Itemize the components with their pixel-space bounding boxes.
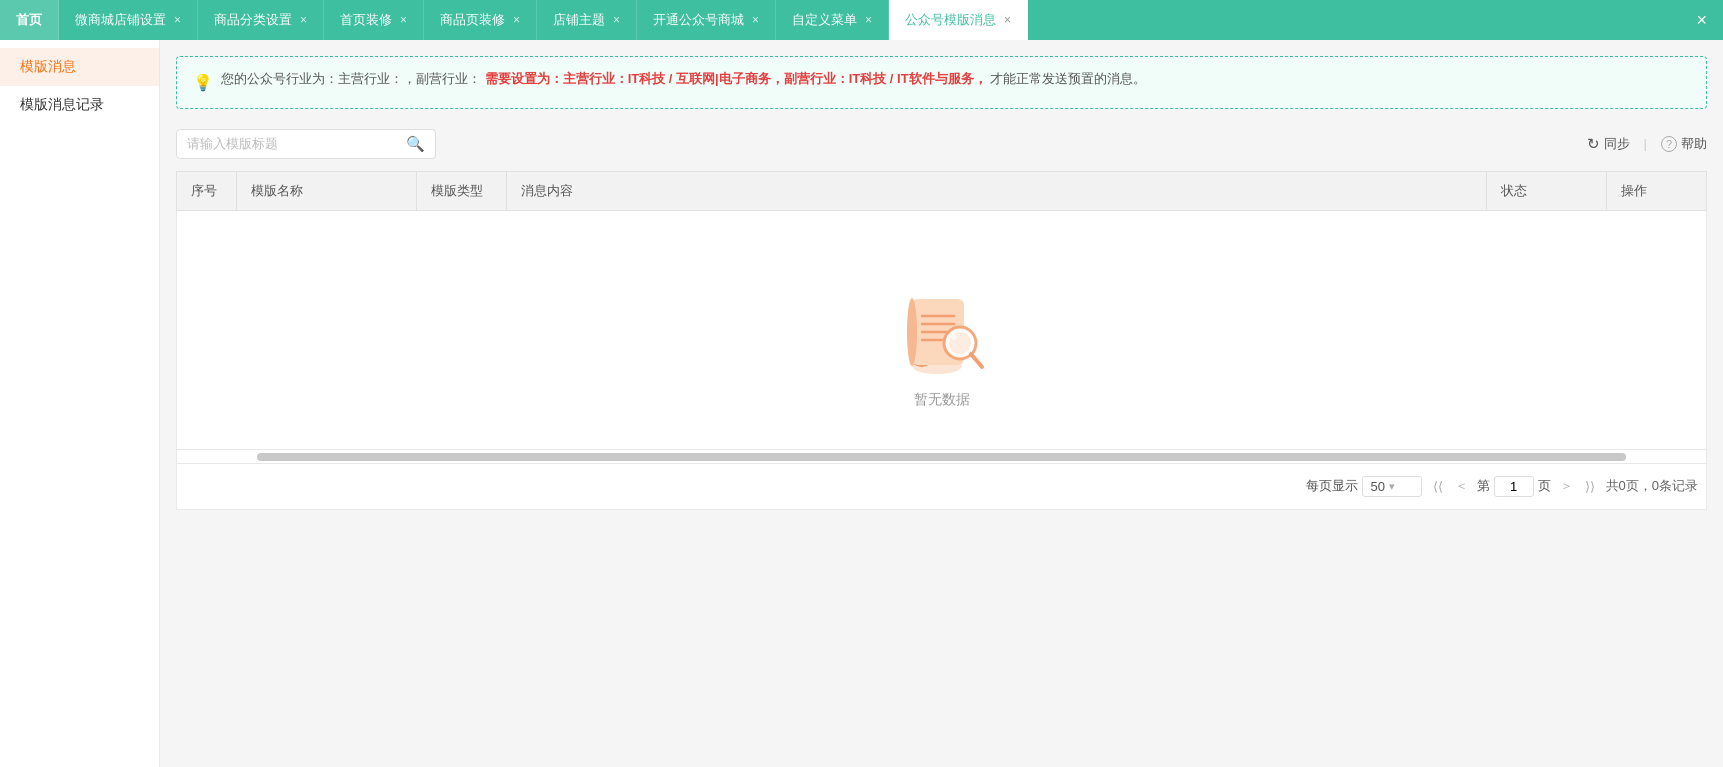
- sidebar-item-template-msg-log[interactable]: 模版消息记录: [0, 86, 159, 124]
- search-icon[interactable]: 🔍: [406, 135, 425, 153]
- nav-tab-custom-menu[interactable]: 自定义菜单 ×: [776, 0, 889, 40]
- close-shop-settings[interactable]: ×: [174, 13, 181, 27]
- sync-label: 同步: [1604, 135, 1630, 153]
- nav-tab-home[interactable]: 首页: [0, 0, 59, 40]
- page-size-select: 每页显示 50 ▾: [1306, 476, 1422, 497]
- total-info: 共0页，0条记录: [1606, 477, 1698, 495]
- page-input-wrap: 第 页: [1477, 476, 1551, 497]
- page-size-value: 50: [1371, 479, 1385, 494]
- help-label: 帮助: [1681, 135, 1707, 153]
- home-tab-label: 首页: [16, 11, 42, 29]
- open-mp-label: 开通公众号商城: [653, 11, 744, 29]
- col-action: 操作: [1607, 171, 1707, 210]
- scrollbar-row[interactable]: [176, 450, 1707, 464]
- template-msg-label: 公众号模版消息: [905, 11, 996, 29]
- col-content: 消息内容: [507, 171, 1487, 210]
- close-all-tabs[interactable]: ×: [1680, 0, 1723, 40]
- nav-tab-product-decoration[interactable]: 商品页装修 ×: [424, 0, 537, 40]
- sync-icon: ↻: [1587, 135, 1600, 153]
- data-table: 序号 模版名称 模版类型 消息内容 状态 操作: [176, 171, 1707, 450]
- divider: |: [1644, 136, 1647, 151]
- close-product-decoration[interactable]: ×: [513, 13, 520, 27]
- search-input[interactable]: [187, 136, 406, 151]
- notice-highlight: 需要设置为：主营行业：IT科技 / 互联网|电子商务，副营行业：IT科技 / I…: [485, 71, 987, 86]
- custom-menu-label: 自定义菜单: [792, 11, 857, 29]
- svg-point-2: [907, 298, 917, 366]
- close-template-msg[interactable]: ×: [1004, 13, 1011, 27]
- notice-icon: 💡: [193, 70, 213, 96]
- pagination-area: 每页显示 50 ▾ ⟨⟨ ＜ 第 页 ＞ ⟩⟩ 共0页，0条记录: [176, 464, 1707, 510]
- next-page-button[interactable]: ＞: [1557, 477, 1576, 495]
- col-type: 模版类型: [417, 171, 507, 210]
- page-size-label: 每页显示: [1306, 477, 1358, 495]
- page-nav: ⟨⟨ ＜ 第 页 ＞ ⟩⟩: [1430, 476, 1598, 497]
- page-label-after: 页: [1538, 477, 1551, 495]
- search-actions: ↻ 同步 | ? 帮助: [1587, 135, 1707, 153]
- empty-state-row: 暂无数据: [177, 210, 1707, 449]
- close-home-decoration[interactable]: ×: [400, 13, 407, 27]
- nav-tab-template-msg[interactable]: 公众号模版消息 ×: [889, 0, 1028, 40]
- notice-text-before: 您的公众号行业为：主营行业：，副营行业：: [221, 71, 481, 86]
- empty-text: 暂无数据: [914, 391, 970, 409]
- table-header-row: 序号 模版名称 模版类型 消息内容 状态 操作: [177, 171, 1707, 210]
- dropdown-arrow-icon: ▾: [1389, 480, 1395, 493]
- notice-text: 您的公众号行业为：主营行业：，副营行业： 需要设置为：主营行业：IT科技 / 互…: [221, 69, 1146, 90]
- search-area: 🔍 ↻ 同步 | ? 帮助: [176, 129, 1707, 159]
- last-page-button[interactable]: ⟩⟩: [1582, 479, 1598, 494]
- col-name: 模版名称: [237, 171, 417, 210]
- search-input-wrap[interactable]: 🔍: [176, 129, 436, 159]
- help-icon: ?: [1661, 136, 1677, 152]
- scrollbar-track[interactable]: [257, 453, 1626, 461]
- nav-tab-open-mp[interactable]: 开通公众号商城 ×: [637, 0, 776, 40]
- main-layout: 模版消息 模版消息记录 💡 您的公众号行业为：主营行业：，副营行业： 需要设置为…: [0, 40, 1723, 767]
- first-page-button[interactable]: ⟨⟨: [1430, 479, 1446, 494]
- close-custom-menu[interactable]: ×: [865, 13, 872, 27]
- nav-tab-shop-theme[interactable]: 店铺主题 ×: [537, 0, 637, 40]
- sidebar-template-msg-log-label: 模版消息记录: [20, 96, 104, 112]
- sidebar-template-msg-label: 模版消息: [20, 58, 76, 74]
- nav-tab-category-settings[interactable]: 商品分类设置 ×: [198, 0, 324, 40]
- page-input[interactable]: [1494, 476, 1534, 497]
- close-open-mp[interactable]: ×: [752, 13, 759, 27]
- shop-theme-label: 店铺主题: [553, 11, 605, 29]
- sidebar-item-template-msg[interactable]: 模版消息: [0, 48, 159, 86]
- sync-button[interactable]: ↻ 同步: [1587, 135, 1630, 153]
- nav-tab-shop-settings[interactable]: 微商城店铺设置 ×: [59, 0, 198, 40]
- top-nav: 首页 微商城店铺设置 × 商品分类设置 × 首页装修 × 商品页装修 × 店铺主…: [0, 0, 1723, 40]
- prev-page-button[interactable]: ＜: [1452, 477, 1471, 495]
- category-settings-label: 商品分类设置: [214, 11, 292, 29]
- notice-banner: 💡 您的公众号行业为：主营行业：，副营行业： 需要设置为：主营行业：IT科技 /…: [176, 56, 1707, 109]
- notice-text-after: 才能正常发送预置的消息。: [990, 71, 1146, 86]
- col-index: 序号: [177, 171, 237, 210]
- nav-tab-home-decoration[interactable]: 首页装修 ×: [324, 0, 424, 40]
- shop-settings-label: 微商城店铺设置: [75, 11, 166, 29]
- main-content: 💡 您的公众号行业为：主营行业：，副营行业： 需要设置为：主营行业：IT科技 /…: [160, 40, 1723, 767]
- col-status: 状态: [1487, 171, 1607, 210]
- home-decoration-label: 首页装修: [340, 11, 392, 29]
- product-decoration-label: 商品页装修: [440, 11, 505, 29]
- page-label-before: 第: [1477, 477, 1490, 495]
- close-shop-theme[interactable]: ×: [613, 13, 620, 27]
- sidebar: 模版消息 模版消息记录: [0, 40, 160, 767]
- help-button[interactable]: ? 帮助: [1661, 135, 1707, 153]
- svg-line-9: [971, 354, 982, 367]
- table-body: 暂无数据: [177, 210, 1707, 449]
- page-size-dropdown[interactable]: 50 ▾: [1362, 476, 1422, 497]
- empty-illustration: [882, 271, 1002, 391]
- svg-point-10: [951, 334, 957, 340]
- empty-state: 暂无数据: [177, 211, 1706, 449]
- close-category-settings[interactable]: ×: [300, 13, 307, 27]
